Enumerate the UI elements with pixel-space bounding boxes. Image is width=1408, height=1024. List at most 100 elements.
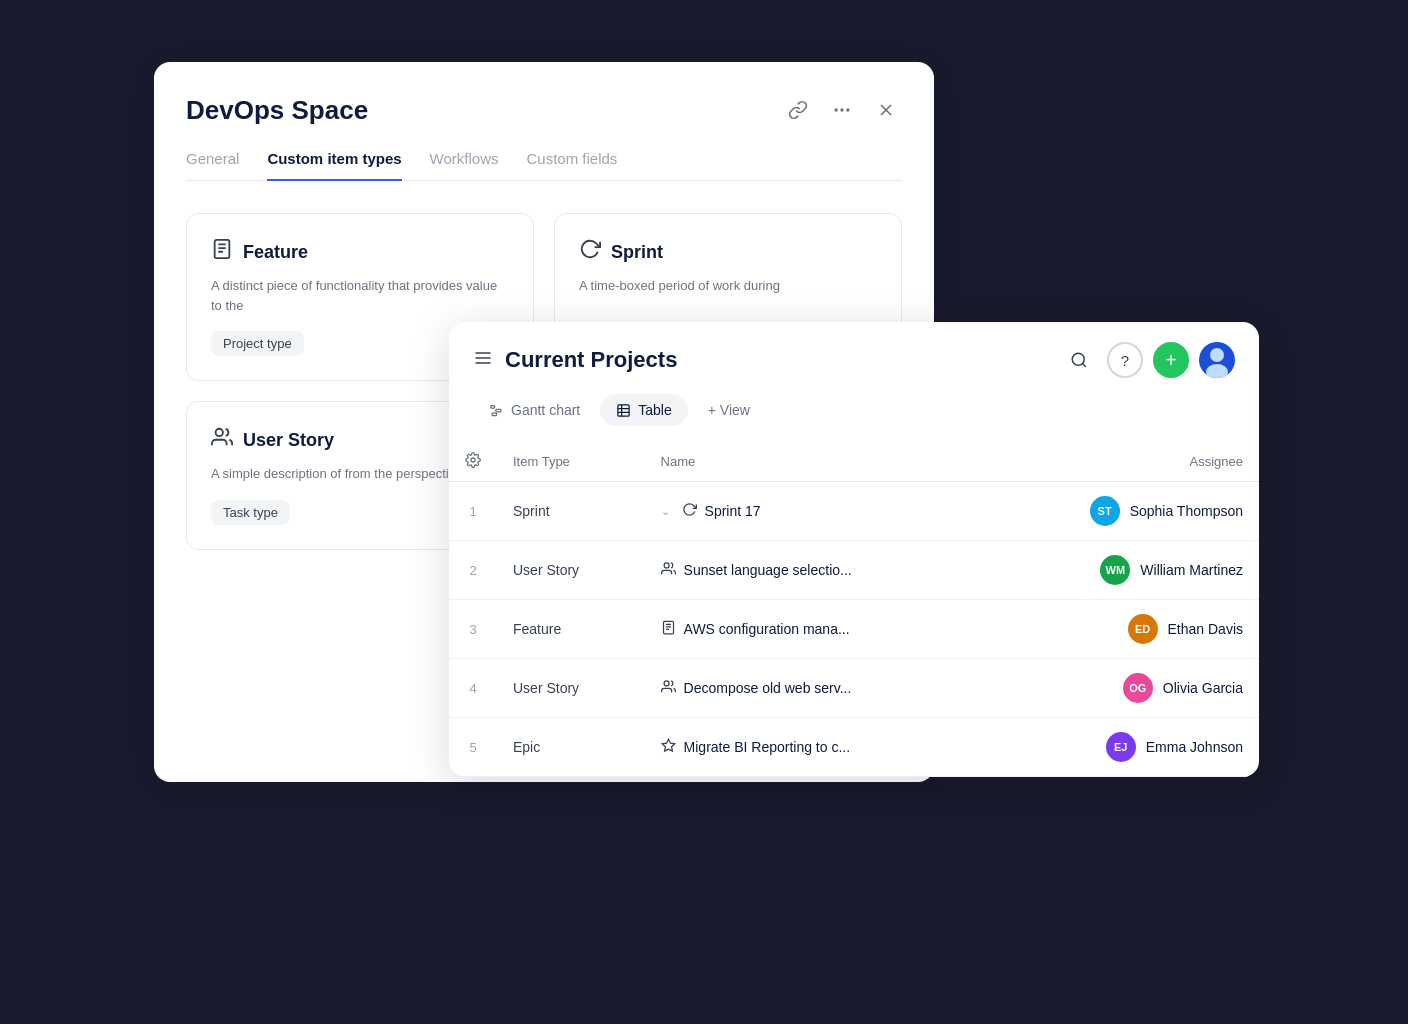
row-num: 1 [449,482,497,541]
col-assignee: Assignee [980,442,1259,482]
svg-point-27 [664,562,669,567]
add-button[interactable]: + [1153,342,1189,378]
row-name-icon [661,738,676,757]
row-item-type: Epic [497,718,645,777]
col-settings [449,442,497,482]
svg-rect-19 [491,405,495,408]
row-assignee: EJ Emma Johnson [980,718,1259,777]
gantt-icon [489,403,504,418]
assignee-name: William Martinez [1140,562,1243,578]
settings-title: DevOps Space [186,95,368,126]
row-item-type: Feature [497,600,645,659]
user-story-icon [211,426,233,454]
projects-table: Item Type Name Assignee 1 Sprint ⌄ Sprin… [449,442,1259,777]
row-name-icon [661,620,676,639]
svg-rect-21 [492,413,496,416]
feature-card-header: Feature [211,238,509,266]
svg-rect-22 [618,404,629,415]
table-row[interactable]: 3 Feature AWS configuration mana... ED E… [449,600,1259,659]
assignee-name: Olivia Garcia [1163,680,1243,696]
user-avatar[interactable] [1199,342,1235,378]
row-num: 3 [449,600,497,659]
table-icon [616,403,631,418]
row-name-icon [682,502,697,521]
user-story-badge: Task type [211,500,290,525]
row-name[interactable]: AWS configuration mana... [645,600,981,659]
row-name-icon [661,561,676,580]
close-icon[interactable] [870,94,902,126]
feature-title: Feature [243,242,308,263]
row-name-text: Sunset language selectio... [684,562,852,578]
assignee-name: Ethan Davis [1168,621,1243,637]
row-name[interactable]: Migrate BI Reporting to c... [645,718,981,777]
assignee-name: Sophia Thompson [1130,503,1243,519]
svg-point-17 [1210,348,1224,362]
row-num: 5 [449,718,497,777]
projects-header-right: ? + [1061,342,1235,378]
row-assignee: WM William Martinez [980,541,1259,600]
help-button[interactable]: ? [1107,342,1143,378]
link-icon[interactable] [782,94,814,126]
row-num: 2 [449,541,497,600]
row-item-type: Sprint [497,482,645,541]
row-assignee: ED Ethan Davis [980,600,1259,659]
row-name[interactable]: ⌄ Sprint 17 [645,482,981,541]
svg-point-32 [664,680,669,685]
svg-line-15 [1082,363,1085,366]
projects-header: Current Projects ? + [449,322,1259,378]
table-row[interactable]: 1 Sprint ⌄ Sprint 17 ST Sophia Thompson [449,482,1259,541]
row-item-type: User Story [497,659,645,718]
svg-point-0 [835,108,838,111]
feature-desc: A distinct piece of functionality that p… [211,276,509,315]
row-assignee: ST Sophia Thompson [980,482,1259,541]
row-name[interactable]: Decompose old web serv... [645,659,981,718]
svg-marker-33 [662,739,675,751]
row-item-type: User Story [497,541,645,600]
assignee-avatar: ST [1090,496,1120,526]
table-tab[interactable]: Table [600,394,687,426]
svg-point-1 [840,108,843,111]
search-button[interactable] [1061,342,1097,378]
assignee-avatar: ED [1128,614,1158,644]
tab-workflows[interactable]: Workflows [430,150,499,181]
projects-panel: Current Projects ? + [449,322,1259,777]
row-name-icon [661,679,676,698]
svg-rect-20 [496,409,501,412]
tab-custom-fields[interactable]: Custom fields [526,150,617,181]
col-item-type: Item Type [497,442,645,482]
hamburger-icon[interactable] [473,348,493,373]
assignee-avatar: EJ [1106,732,1136,762]
row-name-text: AWS configuration mana... [684,621,850,637]
svg-point-26 [471,458,475,462]
table-row[interactable]: 5 Epic Migrate BI Reporting to c... EJ E… [449,718,1259,777]
assignee-avatar: WM [1100,555,1130,585]
projects-header-left: Current Projects [473,347,677,373]
projects-title: Current Projects [505,347,677,373]
sprint-desc: A time-boxed period of work during [579,276,877,296]
settings-header-actions [782,94,902,126]
sprint-title: Sprint [611,242,663,263]
svg-point-14 [1072,353,1084,365]
feature-icon [211,238,233,266]
sprint-card-header: Sprint [579,238,877,266]
table-row[interactable]: 2 User Story Sunset language selectio...… [449,541,1259,600]
row-name-text: Migrate BI Reporting to c... [684,739,851,755]
gantt-chart-tab[interactable]: Gantt chart [473,394,596,426]
table-row[interactable]: 4 User Story Decompose old web serv... O… [449,659,1259,718]
tab-general[interactable]: General [186,150,239,181]
row-name-text: Sprint 17 [705,503,761,519]
add-view-tab[interactable]: + View [692,394,766,426]
user-story-title: User Story [243,430,334,451]
tab-custom-item-types[interactable]: Custom item types [267,150,401,181]
assignee-name: Emma Johnson [1146,739,1243,755]
more-icon[interactable] [826,94,858,126]
sprint-icon [579,238,601,266]
row-num: 4 [449,659,497,718]
assignee-avatar: OG [1123,673,1153,703]
row-name[interactable]: Sunset language selectio... [645,541,981,600]
view-tabs: Gantt chart Table + View [449,378,1259,426]
row-name-text: Decompose old web serv... [684,680,852,696]
svg-point-9 [216,429,223,436]
settings-header: DevOps Space [186,94,902,126]
svg-point-2 [846,108,849,111]
